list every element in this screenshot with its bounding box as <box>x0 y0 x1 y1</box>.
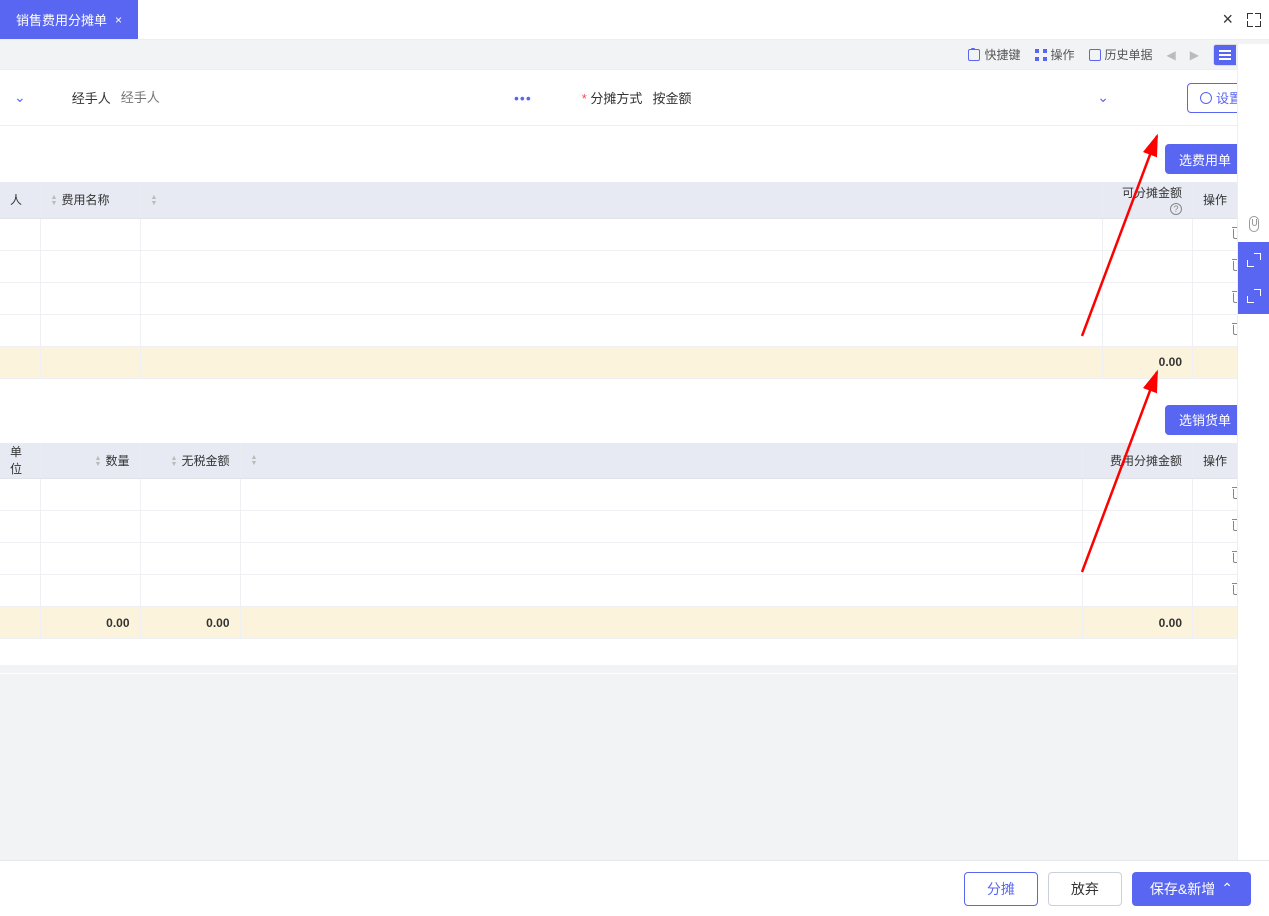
table-row[interactable] <box>0 282 1255 314</box>
method-value: 按金额 <box>652 88 691 107</box>
fullscreen-icon[interactable] <box>1247 13 1261 27</box>
sort-icon <box>51 195 58 207</box>
chevron-up-icon: ⌃ <box>1221 880 1233 897</box>
expand-icon <box>1247 289 1261 303</box>
sum-alloc: 0.00 <box>1083 607 1193 639</box>
handler-input[interactable] <box>121 90 504 105</box>
grid-icon <box>1035 49 1047 61</box>
table-sum-row: 0.000.000.00 <box>0 607 1255 639</box>
history-link[interactable]: 历史单据 <box>1089 46 1153 63</box>
sum-amount: 0.00 <box>140 607 240 639</box>
operate-link[interactable]: 操作 <box>1035 46 1075 63</box>
next-record-icon[interactable]: ▶ <box>1190 48 1199 62</box>
table-sum-row: 0.00 <box>0 346 1255 378</box>
sort-icon <box>151 195 158 207</box>
close-icon[interactable]: × <box>1222 9 1233 30</box>
col-expense-name[interactable]: 费用名称 <box>40 182 140 218</box>
shortcut-link[interactable]: 快捷键 <box>968 46 1020 63</box>
chevron-down-icon[interactable]: ⌄ <box>14 89 26 106</box>
col-unit[interactable]: 单位 <box>0 443 40 479</box>
col-qty[interactable]: 数量 <box>40 443 140 479</box>
sales-table-section: 选销货单 单位 数量 无税金额 费用分摊金额 操作 <box>0 405 1255 640</box>
col-people[interactable]: 人 <box>0 182 40 218</box>
handler-field: 经手人 ••• <box>72 88 532 107</box>
method-chevron-down-icon[interactable]: ⌄ <box>1097 89 1109 106</box>
col-blank[interactable] <box>140 182 1103 218</box>
select-sales-button[interactable]: 选销货单 <box>1165 405 1245 435</box>
paperclip-icon <box>1249 216 1259 232</box>
table-row[interactable] <box>0 479 1255 511</box>
table-row[interactable] <box>0 543 1255 575</box>
main-canvas: 选费用单 人 费用名称 可分摊金额? 操作 0.00 <box>0 126 1269 674</box>
method-field: * 分摊方式 按金额 ⌄ <box>582 88 1145 107</box>
expand-button-2[interactable] <box>1238 278 1269 314</box>
action-bar: 快捷键 操作 历史单据 ◀ ▶ <box>0 40 1269 70</box>
tab-title: 销售费用分摊单 <box>16 10 107 29</box>
handler-label: 经手人 <box>72 88 111 107</box>
table-row[interactable] <box>0 575 1255 607</box>
clipboard-icon <box>968 49 980 61</box>
tab-bar: 销售费用分摊单 × × <box>0 0 1269 40</box>
table-row[interactable] <box>0 250 1255 282</box>
table-row[interactable] <box>0 218 1255 250</box>
col-allocatable-amount[interactable]: 可分摊金额? <box>1103 182 1193 218</box>
save-new-button[interactable]: 保存&新增 ⌃ <box>1132 872 1251 906</box>
tab-close-icon[interactable]: × <box>115 13 122 27</box>
col-amount[interactable]: 无税金额 <box>140 443 240 479</box>
allocate-button[interactable]: 分摊 <box>964 872 1038 906</box>
discard-button[interactable]: 放弃 <box>1048 872 1122 906</box>
table-row[interactable] <box>0 511 1255 543</box>
expense-table: 人 费用名称 可分摊金额? 操作 0.00 <box>0 182 1255 379</box>
right-rail <box>1237 44 1269 916</box>
history-icon <box>1089 49 1101 61</box>
col-alloc-amount[interactable]: 费用分摊金额 <box>1083 443 1193 479</box>
divider <box>0 665 1255 673</box>
view-list-button[interactable] <box>1214 45 1236 65</box>
sort-icon <box>95 456 102 468</box>
table-row[interactable] <box>0 314 1255 346</box>
expense-table-section: 选费用单 人 费用名称 可分摊金额? 操作 0.00 <box>0 144 1255 379</box>
more-dots-icon[interactable]: ••• <box>514 90 532 106</box>
tab-active[interactable]: 销售费用分摊单 × <box>0 0 138 39</box>
list-icon <box>1219 50 1231 60</box>
method-label: * 分摊方式 <box>582 88 643 107</box>
attachment-button[interactable] <box>1238 206 1269 242</box>
gear-icon <box>1200 92 1212 104</box>
prev-record-icon[interactable]: ◀ <box>1167 48 1176 62</box>
expand-icon <box>1247 253 1261 267</box>
sum-qty: 0.00 <box>40 607 140 639</box>
expand-button-1[interactable] <box>1238 242 1269 278</box>
select-expense-button[interactable]: 选费用单 <box>1165 144 1245 174</box>
form-row: ⌄ 经手人 ••• * 分摊方式 按金额 ⌄ 设置 <box>0 70 1269 126</box>
sort-icon <box>251 455 258 467</box>
info-icon[interactable]: ? <box>1170 203 1182 215</box>
col-blank2[interactable] <box>240 443 1083 479</box>
footer-bar: 分摊 放弃 保存&新增 ⌃ <box>0 860 1269 916</box>
sales-table: 单位 数量 无税金额 费用分摊金额 操作 0.000.000.00 <box>0 443 1255 640</box>
sort-icon <box>171 456 178 468</box>
sum-alloc: 0.00 <box>1103 346 1193 378</box>
